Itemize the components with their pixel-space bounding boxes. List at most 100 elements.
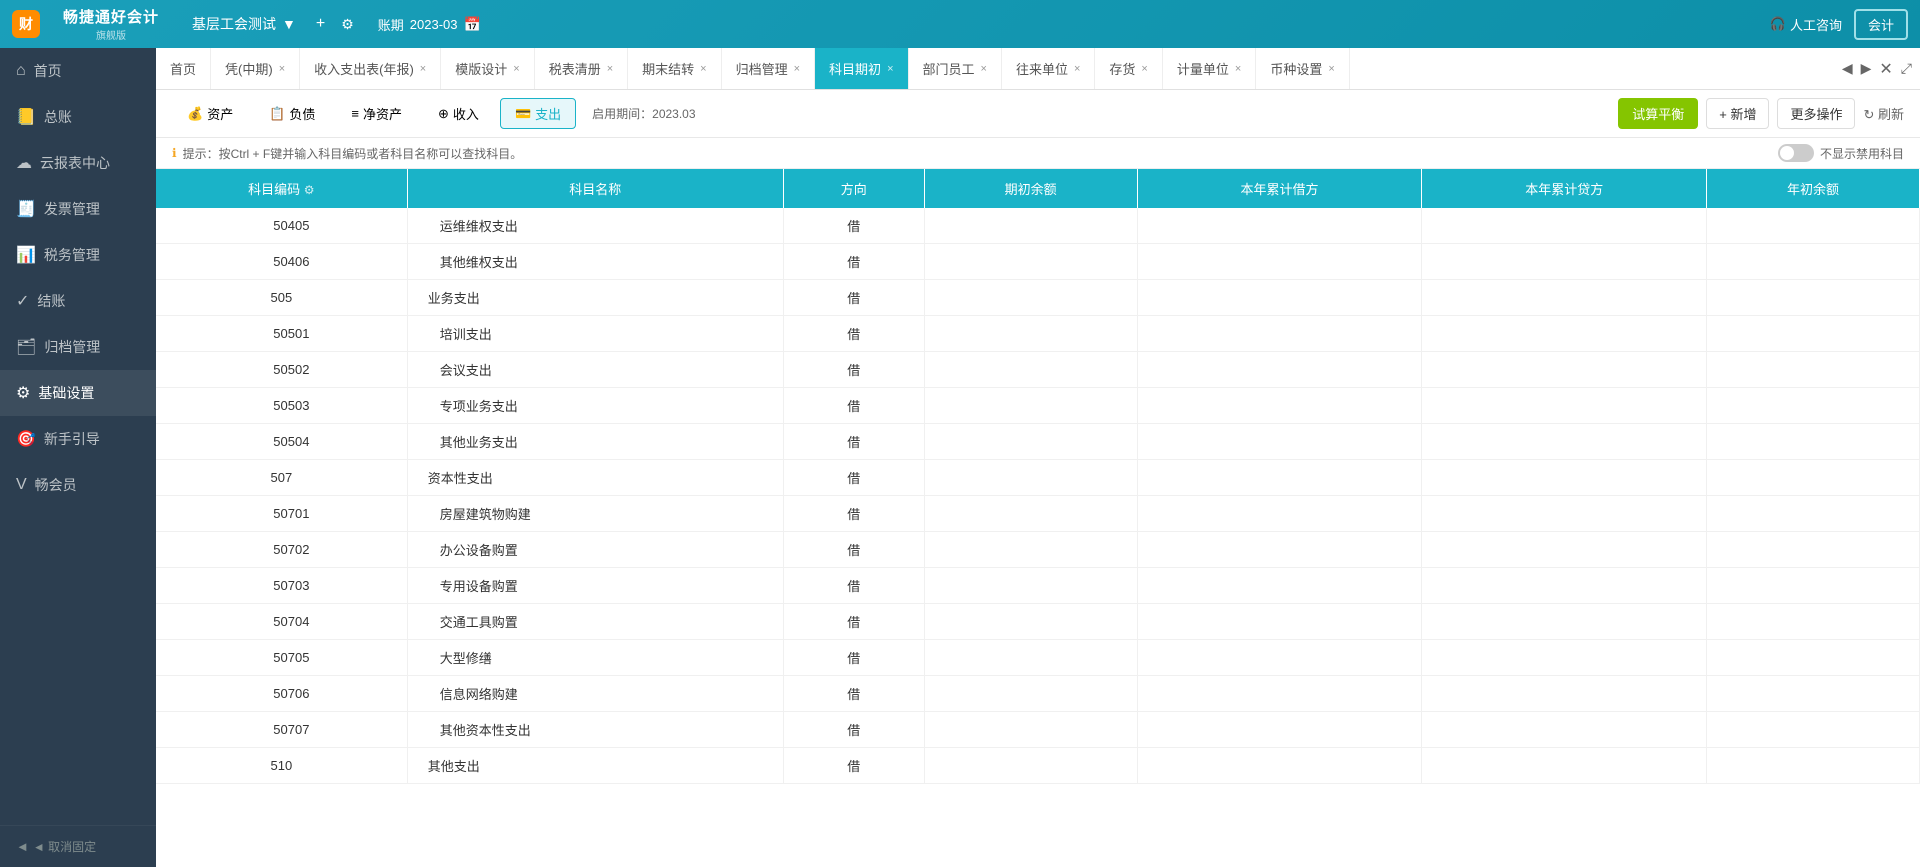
tab-label-11: 计量单位 bbox=[1177, 59, 1229, 78]
sidebar-item-畅会员[interactable]: V畅会员 bbox=[0, 462, 156, 508]
cell-balance bbox=[924, 568, 1137, 604]
sidebar-item-归档管理[interactable]: 🗂归档管理 bbox=[0, 324, 156, 370]
balance-button[interactable]: 试算平衡 bbox=[1618, 98, 1698, 129]
cell-name: 信息网络购建 bbox=[407, 676, 783, 712]
settings-icon[interactable]: ⚙ bbox=[337, 16, 358, 33]
tab-item-9[interactable]: 往来单位× bbox=[1002, 48, 1095, 89]
cell-direction: 借 bbox=[783, 316, 924, 352]
cell-debit bbox=[1137, 208, 1422, 244]
add-company-icon[interactable]: + bbox=[312, 15, 329, 33]
filter-tab-支出[interactable]: 💳支出 bbox=[500, 98, 576, 129]
calendar-icon[interactable]: 📅 bbox=[464, 16, 481, 33]
cell-credit bbox=[1422, 244, 1707, 280]
tab-close-all-button[interactable]: ✕ bbox=[1875, 55, 1896, 83]
tab-close-9[interactable]: × bbox=[1074, 63, 1080, 75]
col-header-0: 科目编码 ⚙ bbox=[156, 169, 407, 208]
collapse-label: ◄ 取消固定 bbox=[33, 838, 96, 855]
tab-close-5[interactable]: × bbox=[700, 63, 706, 75]
tab-close-1[interactable]: × bbox=[279, 63, 285, 75]
sidebar-label-3: 发票管理 bbox=[44, 199, 100, 219]
sidebar-item-总账[interactable]: 📒总账 bbox=[0, 94, 156, 140]
cell-debit bbox=[1137, 748, 1422, 784]
tab-item-6[interactable]: 归档管理× bbox=[722, 48, 815, 89]
sidebar-item-新手引导[interactable]: 🎯新手引导 bbox=[0, 416, 156, 462]
sidebar-icon-9: V bbox=[16, 476, 27, 494]
tab-item-5[interactable]: 期末结转× bbox=[628, 48, 721, 89]
table-body: 50405运维维权支出借50406其他维权支出借505业务支出借50501培训支… bbox=[156, 208, 1920, 784]
tab-expand-button[interactable]: ⤢ bbox=[1897, 56, 1916, 81]
tab-close-12[interactable]: × bbox=[1328, 63, 1334, 75]
tab-item-0[interactable]: 首页 bbox=[156, 48, 211, 89]
tab-close-6[interactable]: × bbox=[794, 63, 800, 75]
tab-item-8[interactable]: 部门员工× bbox=[909, 48, 1002, 89]
cell-code: 50405 bbox=[156, 208, 407, 244]
cell-credit bbox=[1422, 568, 1707, 604]
add-button[interactable]: + 新增 bbox=[1706, 98, 1769, 129]
tab-close-4[interactable]: × bbox=[607, 63, 613, 75]
sidebar-item-税务管理[interactable]: 📊税务管理 bbox=[0, 232, 156, 278]
cell-code: 505 bbox=[156, 280, 407, 316]
sidebar-item-发票管理[interactable]: 🧾发票管理 bbox=[0, 186, 156, 232]
tab-item-12[interactable]: 币种设置× bbox=[1256, 48, 1349, 89]
cell-debit bbox=[1137, 244, 1422, 280]
tab-prev-button[interactable]: ◀ bbox=[1838, 56, 1857, 81]
company-selector[interactable]: 基层工会测试 ▼ bbox=[184, 10, 304, 38]
active-period: 启用期间：2023.03 bbox=[592, 105, 695, 122]
disable-toggle[interactable] bbox=[1778, 144, 1814, 162]
table-row: 50706信息网络购建借 bbox=[156, 676, 1920, 712]
filter-tab-收入[interactable]: ⊕收入 bbox=[423, 98, 494, 129]
cell-direction: 借 bbox=[783, 208, 924, 244]
gear-icon[interactable]: ⚙ bbox=[304, 183, 315, 197]
table-row: 510其他支出借 bbox=[156, 748, 1920, 784]
tab-close-10[interactable]: × bbox=[1141, 63, 1147, 75]
tab-close-7[interactable]: × bbox=[887, 63, 893, 75]
tab-close-11[interactable]: × bbox=[1235, 63, 1241, 75]
sidebar-label-0: 首页 bbox=[34, 61, 62, 81]
tab-item-11[interactable]: 计量单位 × bbox=[1163, 48, 1256, 89]
filter-tab-资产[interactable]: 💰资产 bbox=[172, 98, 248, 129]
col-header-6: 年初余额 bbox=[1707, 169, 1920, 208]
tab-next-button[interactable]: ▶ bbox=[1857, 56, 1876, 81]
tab-close-8[interactable]: × bbox=[981, 63, 987, 75]
tab-label-2: 收入支出表(年报) bbox=[314, 59, 414, 78]
tab-close-2[interactable]: × bbox=[420, 63, 426, 75]
tab-label-0: 首页 bbox=[170, 59, 196, 78]
col-header-1: 科目名称 bbox=[407, 169, 783, 208]
cell-year-balance bbox=[1707, 424, 1920, 460]
help-button[interactable]: 🎧 人工咨询 bbox=[1770, 15, 1842, 34]
refresh-button[interactable]: ↻ 刷新 bbox=[1863, 104, 1904, 123]
table-header: 科目编码 ⚙科目名称方向期初余额本年累计借方本年累计贷方年初余额 bbox=[156, 169, 1920, 208]
cell-debit bbox=[1137, 280, 1422, 316]
sidebar-item-结账[interactable]: ✓结账 bbox=[0, 278, 156, 324]
cell-debit bbox=[1137, 712, 1422, 748]
tab-item-2[interactable]: 收入支出表(年报) × bbox=[300, 48, 441, 89]
cell-year-balance bbox=[1707, 316, 1920, 352]
cell-balance bbox=[924, 352, 1137, 388]
cell-name: 培训支出 bbox=[407, 316, 783, 352]
account-button[interactable]: 会计 bbox=[1854, 9, 1908, 40]
sidebar-icon-4: 📊 bbox=[16, 245, 36, 265]
tab-item-10[interactable]: 存货× bbox=[1095, 48, 1162, 89]
app-subtitle: 旗舰版 bbox=[96, 27, 126, 42]
collapse-sidebar-button[interactable]: ◄ ◄ 取消固定 bbox=[0, 825, 156, 867]
cell-code: 50707 bbox=[156, 712, 407, 748]
filter-tab-负债[interactable]: 📋负债 bbox=[254, 98, 330, 129]
tab-item-4[interactable]: 税表清册× bbox=[535, 48, 628, 89]
sidebar-item-首页[interactable]: ⌂首页 bbox=[0, 48, 156, 94]
tab-item-7[interactable]: 科目期初× bbox=[815, 48, 908, 89]
tab-close-3[interactable]: × bbox=[513, 63, 519, 75]
sidebar-item-基础设置[interactable]: ⚙基础设置 bbox=[0, 370, 156, 416]
period-value: 2023-03 bbox=[410, 17, 458, 32]
more-button[interactable]: 更多操作 bbox=[1777, 98, 1855, 129]
tab-item-3[interactable]: 模版设计× bbox=[441, 48, 534, 89]
cell-debit bbox=[1137, 676, 1422, 712]
tab-item-1[interactable]: 凭(中期)× bbox=[211, 48, 300, 89]
toggle-label: 不显示禁用科目 bbox=[1820, 145, 1904, 162]
filter-icon-2: ≡ bbox=[351, 106, 359, 121]
info-icon: ℹ bbox=[172, 146, 177, 160]
sidebar-item-云报表中心[interactable]: ☁云报表中心 bbox=[0, 140, 156, 186]
filter-tab-净资产[interactable]: ≡净资产 bbox=[336, 98, 417, 129]
cell-direction: 借 bbox=[783, 352, 924, 388]
tab-bar: 首页凭(中期)×收入支出表(年报)×模版设计×税表清册×期末结转×归档管理×科目… bbox=[156, 48, 1920, 90]
cell-direction: 借 bbox=[783, 604, 924, 640]
